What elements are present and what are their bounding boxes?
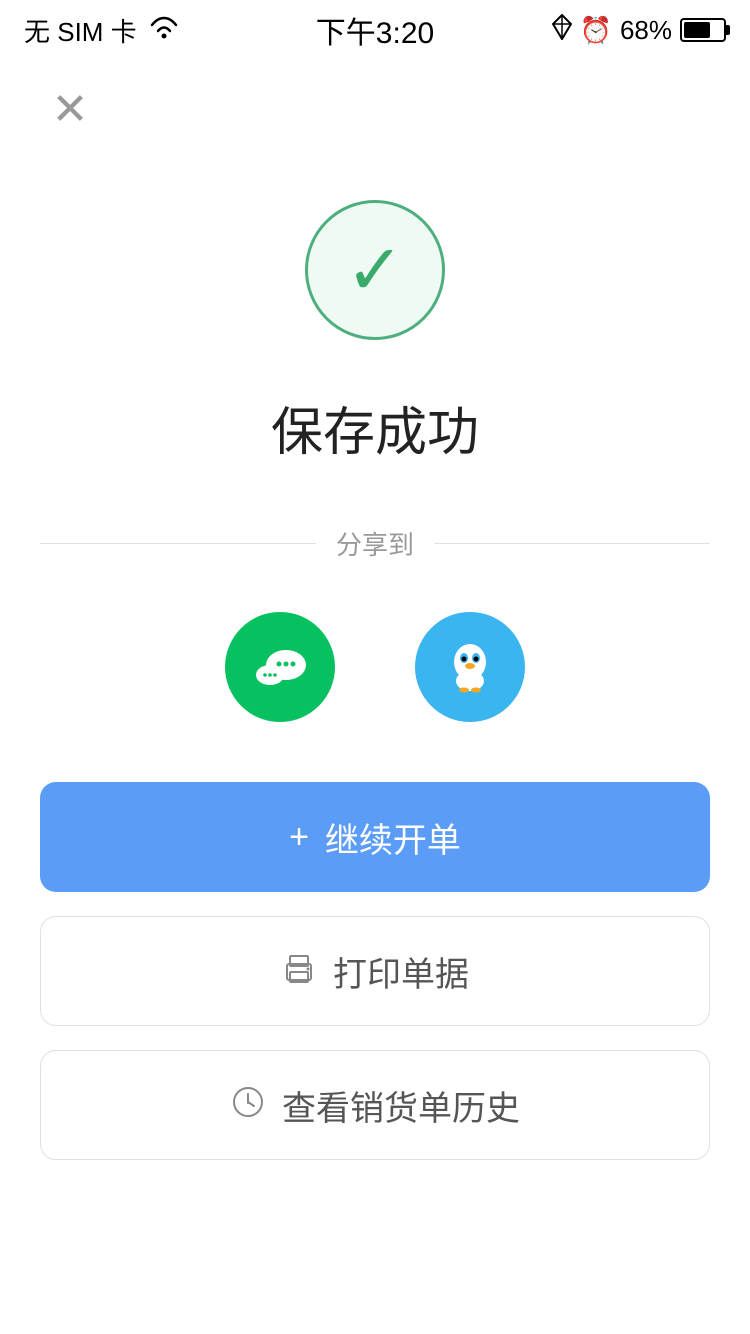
share-label: 分享到: [336, 525, 414, 562]
battery-icon: [680, 18, 726, 42]
print-label: 打印单据: [333, 947, 469, 996]
success-section: ✓ 保存成功 分享到: [40, 200, 710, 772]
history-label: 查看销货单历史: [282, 1081, 520, 1130]
system-icons: ⏰ 68%: [552, 14, 726, 47]
carrier-text: 无 SIM 卡: [24, 12, 137, 49]
check-circle: ✓: [305, 200, 445, 340]
location-icon: [552, 14, 572, 47]
wechat-share-button[interactable]: [225, 612, 335, 722]
print-button[interactable]: 打印单据: [40, 916, 710, 1026]
main-content: ✕ ✓ 保存成功 分享到: [0, 60, 750, 1334]
plus-icon: +: [289, 820, 309, 854]
close-icon: ✕: [52, 88, 89, 132]
continue-label: 继续开单: [325, 813, 461, 862]
share-icons: [40, 612, 710, 722]
success-title: 保存成功: [271, 390, 479, 465]
continue-button[interactable]: + 继续开单: [40, 782, 710, 892]
checkmark-icon: ✓: [346, 235, 405, 305]
wechat-icon: [248, 635, 313, 700]
close-button[interactable]: ✕: [40, 80, 100, 140]
carrier-info: 无 SIM 卡: [24, 12, 181, 49]
wifi-icon: [147, 14, 181, 47]
clock-icon: [230, 1084, 266, 1126]
status-bar: 无 SIM 卡 下午3:20 ⏰ 68%: [0, 0, 750, 60]
share-divider: 分享到: [40, 525, 710, 562]
battery-percent: 68%: [620, 15, 672, 46]
share-section: 分享到: [40, 525, 710, 722]
alarm-icon: ⏰: [580, 15, 612, 46]
printer-icon: [281, 950, 317, 992]
qq-share-button[interactable]: [415, 612, 525, 722]
qq-icon: [440, 637, 500, 697]
time-display: 下午3:20: [316, 8, 434, 52]
action-buttons: + 继续开单 打印单据: [40, 782, 710, 1160]
history-button[interactable]: 查看销货单历史: [40, 1050, 710, 1160]
